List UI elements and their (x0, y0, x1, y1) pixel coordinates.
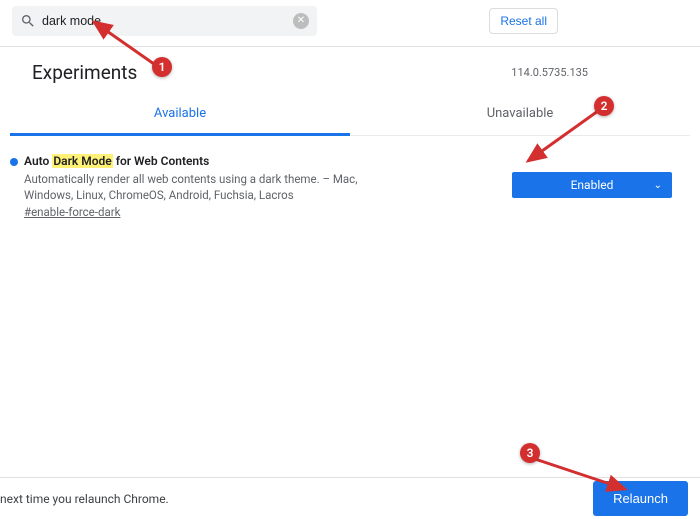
search-icon (20, 13, 36, 29)
search-input[interactable] (42, 14, 293, 28)
footer-text: next time you relaunch Chrome. (0, 492, 169, 506)
flag-title-highlight: Dark Mode (52, 154, 112, 168)
flag-description: Automatically render all web contents us… (24, 171, 384, 203)
search-box[interactable]: ✕ (12, 6, 317, 36)
clear-search-icon[interactable]: ✕ (293, 13, 309, 29)
flag-dropdown-wrap: Enabled ⌄ (512, 172, 672, 198)
header-row: Experiments 114.0.5735.135 (0, 47, 700, 92)
modified-indicator-icon (10, 158, 18, 166)
footer-bar: next time you relaunch Chrome. Relaunch (0, 477, 700, 519)
flag-title: Auto Dark Mode for Web Contents (24, 154, 482, 168)
annotation-badge-3: 3 (520, 443, 540, 463)
annotation-badge-2: 2 (594, 96, 614, 116)
flag-dropdown-value: Enabled (571, 178, 614, 192)
relaunch-button[interactable]: Relaunch (593, 481, 688, 516)
tabs: Available Unavailable (10, 96, 690, 136)
flag-title-after: for Web Contents (113, 154, 210, 168)
chevron-down-icon: ⌄ (654, 180, 662, 191)
flag-state-dropdown[interactable]: Enabled ⌄ (512, 172, 672, 198)
page-title: Experiments (32, 61, 137, 84)
tab-unavailable[interactable]: Unavailable (350, 96, 690, 135)
tab-available[interactable]: Available (10, 96, 350, 136)
flag-id-link[interactable]: #enable-force-dark (24, 205, 120, 219)
flag-body: Auto Dark Mode for Web Contents Automati… (24, 154, 482, 219)
flag-title-before: Auto (24, 154, 52, 168)
search-bar-row: ✕ Reset all (0, 0, 700, 47)
annotation-badge-1: 1 (152, 57, 172, 77)
reset-all-button[interactable]: Reset all (489, 8, 558, 34)
flag-row: Auto Dark Mode for Web Contents Automati… (0, 136, 700, 219)
version-text: 114.0.5735.135 (511, 66, 588, 79)
